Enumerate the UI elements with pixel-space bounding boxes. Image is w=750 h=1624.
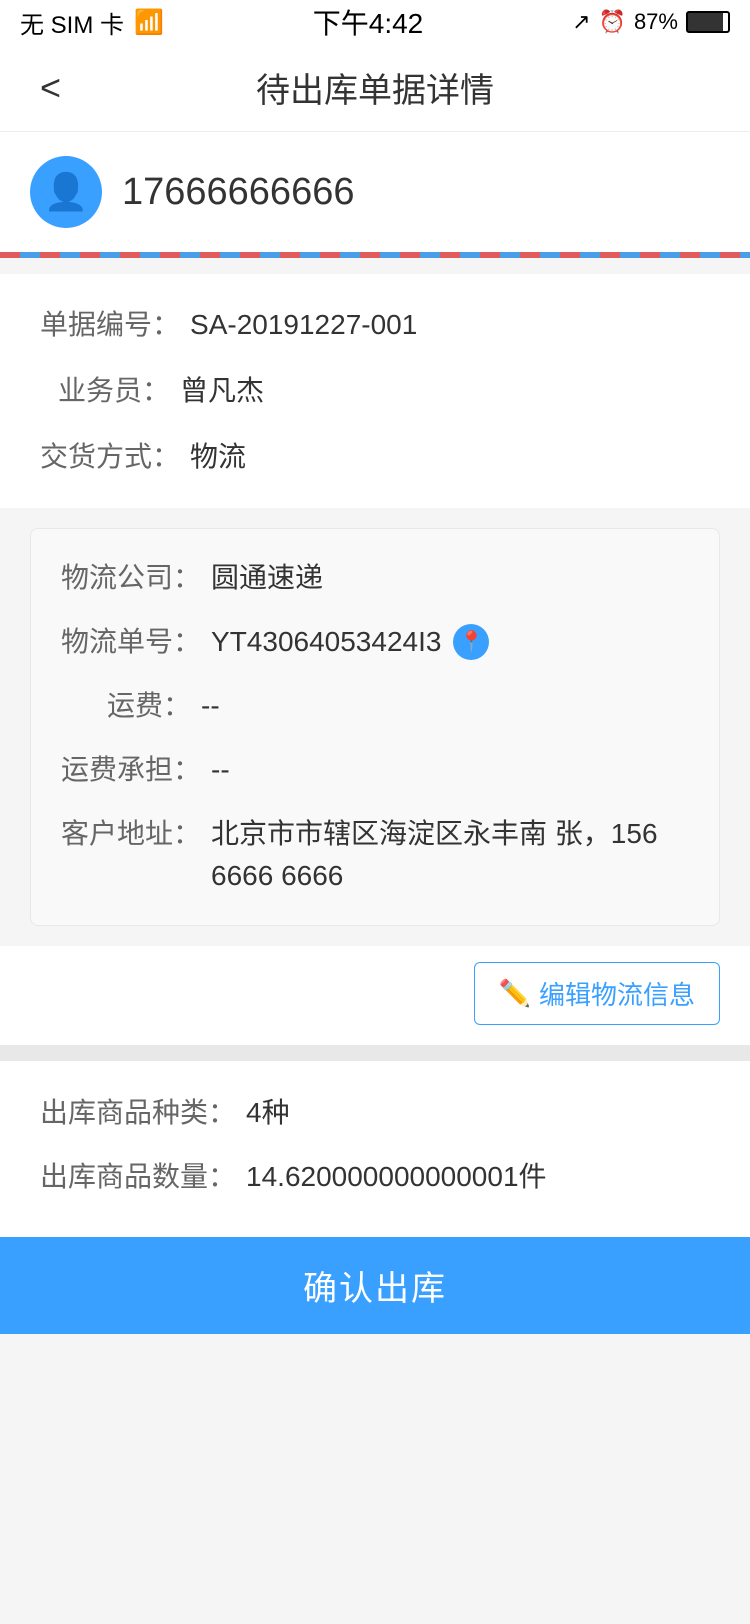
delivery-value: 物流 <box>190 436 710 478</box>
goods-type-value: 4种 <box>246 1091 290 1131</box>
status-time: 下午4:42 <box>313 2 424 42</box>
battery-label: 87% <box>634 9 678 35</box>
user-header: 👤 17666666666 <box>0 132 750 252</box>
goods-quantity-row: 出库商品数量： 14.620000000000001件 <box>40 1155 710 1195</box>
edit-logistics-button[interactable]: ✏️ 编辑物流信息 <box>474 962 720 1025</box>
logistics-card: 物流公司： 圆通速递 物流单号： YT43064053424I3 📍 运费： -… <box>30 528 720 926</box>
freight-bearer-value: -- <box>211 749 689 791</box>
dashed-divider <box>0 252 750 258</box>
address-value: 北京市市辖区海淀区永丰南 张，156 6666 6666 <box>211 813 689 897</box>
logistics-company-label: 物流公司： <box>61 557 211 599</box>
order-no-value: SA-20191227-001 <box>190 304 710 346</box>
status-right: ↗ ⏰ 87% <box>572 9 730 35</box>
avatar: 👤 <box>30 156 102 228</box>
sales-person-row: 业务员： 曾凡杰 <box>40 370 710 412</box>
logistics-company-row: 物流公司： 圆通速递 <box>61 557 689 599</box>
delivery-row: 交货方式： 物流 <box>40 436 710 478</box>
avatar-icon: 👤 <box>44 171 89 213</box>
back-button[interactable]: < <box>30 57 71 119</box>
logistics-tracking-row: 物流单号： YT43064053424I3 📍 <box>61 621 689 663</box>
freight-label: 运费： <box>61 685 201 727</box>
edit-icon: ✏️ <box>499 978 531 1009</box>
address-row: 客户地址： 北京市市辖区海淀区永丰南 张，156 6666 6666 <box>61 813 689 897</box>
confirm-button[interactable]: 确认出库 <box>303 1261 447 1310</box>
goods-section: 出库商品种类： 4种 出库商品数量： 14.620000000000001件 <box>0 1061 750 1225</box>
freight-bearer-row: 运费承担： -- <box>61 749 689 791</box>
page-title: 待出库单据详情 <box>256 63 494 112</box>
alarm-icon: ⏰ <box>599 9 626 35</box>
goods-quantity-label: 出库商品数量： <box>40 1155 246 1195</box>
freight-value: -- <box>201 685 689 727</box>
section-divider <box>0 1045 750 1061</box>
logistics-tracking-label: 物流单号： <box>61 621 211 663</box>
freight-bearer-label: 运费承担： <box>61 749 211 791</box>
goods-type-row: 出库商品种类： 4种 <box>40 1091 710 1131</box>
nav-bar: < 待出库单据详情 <box>0 44 750 132</box>
order-no-label: 单据编号： <box>40 304 190 346</box>
status-bar: 无 SIM 卡 📶 下午4:42 ↗ ⏰ 87% <box>0 0 750 44</box>
wifi-icon: 📶 <box>134 8 164 37</box>
freight-row: 运费： -- <box>61 685 689 727</box>
edit-button-label: 编辑物流信息 <box>539 975 695 1012</box>
battery-icon <box>686 11 730 33</box>
order-no-row: 单据编号： SA-20191227-001 <box>40 304 710 346</box>
user-phone: 17666666666 <box>122 171 354 214</box>
goods-quantity-value: 14.620000000000001件 <box>246 1155 547 1195</box>
carrier-label: 无 SIM 卡 <box>20 5 124 40</box>
status-left: 无 SIM 卡 📶 <box>20 5 164 40</box>
delivery-label: 交货方式： <box>40 436 190 478</box>
bottom-area <box>0 1324 750 1524</box>
logistics-tracking-value: YT43064053424I3 📍 <box>211 621 689 663</box>
location-icon: ↗ <box>572 9 590 35</box>
logistics-company-value: 圆通速递 <box>211 557 689 599</box>
goods-type-label: 出库商品种类： <box>40 1091 246 1131</box>
address-label: 客户地址： <box>61 813 211 855</box>
sales-person-label: 业务员： <box>40 370 180 412</box>
edit-button-row: ✏️ 编辑物流信息 <box>0 946 750 1045</box>
confirm-button-container: 确认出库 <box>0 1237 750 1334</box>
map-pin-icon[interactable]: 📍 <box>453 624 489 660</box>
tracking-number: YT43064053424I3 <box>211 621 441 663</box>
basic-info-section: 单据编号： SA-20191227-001 业务员： 曾凡杰 交货方式： 物流 <box>0 274 750 508</box>
sales-person-value: 曾凡杰 <box>180 370 710 412</box>
